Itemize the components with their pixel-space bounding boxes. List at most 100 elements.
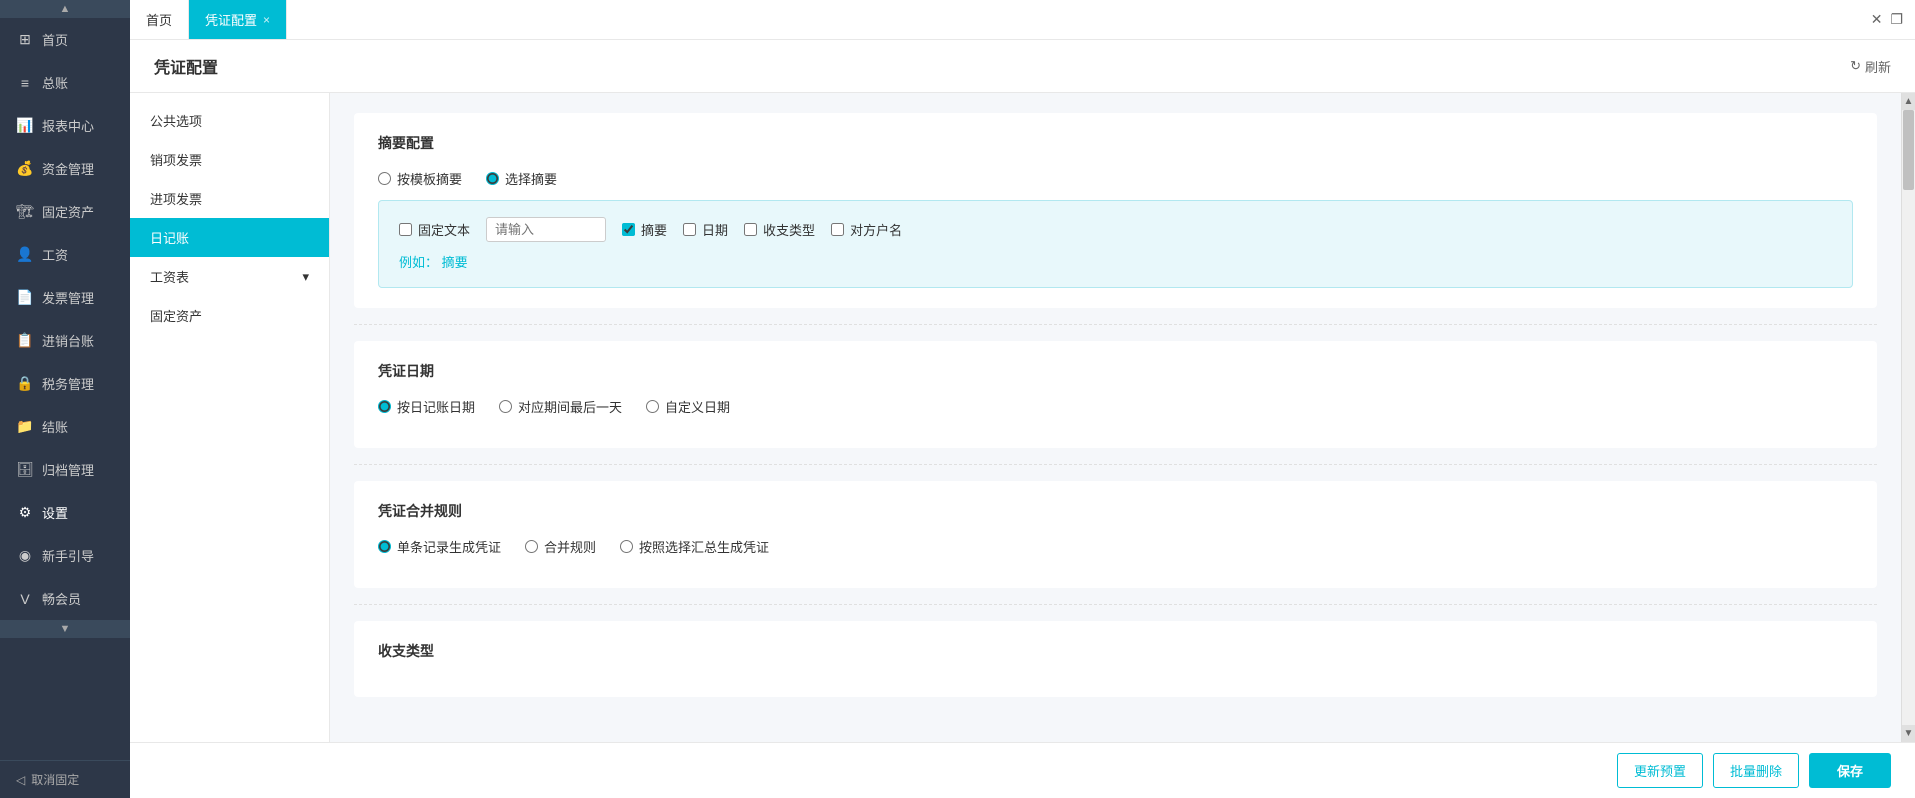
by-selection-radio[interactable] <box>620 540 633 553</box>
custom-date-radio[interactable] <box>646 400 659 413</box>
tab-active-label: 凭证配置 <box>205 10 257 29</box>
tab-home[interactable]: 首页 <box>130 0 189 39</box>
summary-text: 摘要 <box>641 220 667 239</box>
sidebar-item-salary[interactable]: 👤 工资 <box>0 233 130 276</box>
scroll-track[interactable] <box>1902 110 1915 725</box>
home-icon: ⊞ <box>16 31 34 48</box>
bottom-bar: 更新预置 批量删除 保存 <box>130 742 1915 798</box>
summary-radio-select-label[interactable]: 选择摘要 <box>486 169 557 188</box>
summary-radio-template-label[interactable]: 按模板摘要 <box>378 169 462 188</box>
sidebar-item-ledger[interactable]: ≡ 总账 <box>0 61 130 104</box>
save-button[interactable]: 保存 <box>1809 753 1891 788</box>
merge-rule-label[interactable]: 合并规则 <box>525 537 596 556</box>
left-nav-payroll-label: 工资表 <box>150 267 189 286</box>
sidebar-scroll-up[interactable]: ▲ <box>0 0 130 18</box>
sidebar-label-archive: 归档管理 <box>42 460 94 479</box>
tab-voucher-config[interactable]: 凭证配置 × <box>189 0 287 39</box>
sidebar-label-fund: 资金管理 <box>42 159 94 178</box>
by-journal-date-label[interactable]: 按日记账日期 <box>378 397 475 416</box>
summary-checkbox-label[interactable]: 摘要 <box>622 220 667 239</box>
sidebar-item-close[interactable]: 📁 结账 <box>0 405 130 448</box>
page-title: 凭证配置 <box>154 54 218 78</box>
voucher-date-radio-group: 按日记账日期 对应期间最后一天 自定义日期 <box>378 397 1853 416</box>
sidebar-label-home: 首页 <box>42 30 68 49</box>
tab-actions: ✕ ❐ <box>1871 11 1915 28</box>
sidebar-item-tax[interactable]: 🔒 税务管理 <box>0 362 130 405</box>
summary-section: 摘要配置 按模板摘要 选择摘要 <box>354 113 1877 308</box>
sidebar-scroll-down[interactable]: ▼ <box>0 620 130 638</box>
scroll-thumb[interactable] <box>1903 110 1914 190</box>
update-preset-button[interactable]: 更新预置 <box>1617 753 1703 788</box>
summary-checkbox[interactable] <box>622 223 635 236</box>
voucher-date-title: 凭证日期 <box>378 361 1853 381</box>
by-selection-label[interactable]: 按照选择汇总生成凭证 <box>620 537 769 556</box>
date-checkbox-label[interactable]: 日期 <box>683 220 728 239</box>
last-day-label[interactable]: 对应期间最后一天 <box>499 397 622 416</box>
left-nav-public[interactable]: 公共选项 <box>130 101 329 140</box>
sidebar-label-fixed-asset: 固定资产 <box>42 202 94 221</box>
divider-1 <box>354 324 1877 325</box>
save-label: 保存 <box>1837 764 1863 779</box>
sidebar-item-invoice-mgmt[interactable]: 📄 发票管理 <box>0 276 130 319</box>
tab-bar: 首页 凭证配置 × ✕ ❐ <box>130 0 1915 40</box>
window-restore-button[interactable]: ❐ <box>1890 11 1903 28</box>
sidebar-label-tax: 税务管理 <box>42 374 94 393</box>
archive-icon: 🗄 <box>16 461 34 478</box>
left-nav-public-label: 公共选项 <box>150 111 202 130</box>
payment-type-checkbox[interactable] <box>744 223 757 236</box>
left-nav-sales-invoice[interactable]: 销项发票 <box>130 140 329 179</box>
sidebar-item-vip[interactable]: V 畅会员 <box>0 577 130 620</box>
by-journal-date-text: 按日记账日期 <box>397 397 475 416</box>
sidebar-item-home[interactable]: ⊞ 首页 <box>0 18 130 61</box>
tab-home-label: 首页 <box>146 10 172 29</box>
scroll-up-button[interactable]: ▲ <box>1902 93 1915 110</box>
sidebar: ▲ ⊞ 首页 ≡ 总账 📊 报表中心 💰 资金管理 🏗 固定资产 👤 工资 📄 … <box>0 0 130 798</box>
custom-date-label[interactable]: 自定义日期 <box>646 397 730 416</box>
sidebar-item-purchase-sales[interactable]: 📋 进销台账 <box>0 319 130 362</box>
fixed-text-input[interactable] <box>486 217 606 242</box>
sidebar-item-guide[interactable]: ◉ 新手引导 <box>0 534 130 577</box>
divider-3 <box>354 604 1877 605</box>
payment-type-checkbox-label[interactable]: 收支类型 <box>744 220 815 239</box>
summary-radio-template[interactable] <box>378 172 391 185</box>
sidebar-item-report[interactable]: 📊 报表中心 <box>0 104 130 147</box>
single-record-label[interactable]: 单条记录生成凭证 <box>378 537 501 556</box>
counterparty-checkbox-label[interactable]: 对方户名 <box>831 220 902 239</box>
summary-template-text: 按模板摘要 <box>397 169 462 188</box>
left-nav-sales-label: 销项发票 <box>150 150 202 169</box>
counterparty-checkbox[interactable] <box>831 223 844 236</box>
sidebar-item-fund[interactable]: 💰 资金管理 <box>0 147 130 190</box>
single-record-radio[interactable] <box>378 540 391 553</box>
date-checkbox[interactable] <box>683 223 696 236</box>
sidebar-item-archive[interactable]: 🗄 归档管理 <box>0 448 130 491</box>
last-day-radio[interactable] <box>499 400 512 413</box>
sidebar-item-fixed-asset[interactable]: 🏗 固定资产 <box>0 190 130 233</box>
left-nav-fixed-asset[interactable]: 固定资产 <box>130 296 329 335</box>
tab-close-button[interactable]: × <box>263 13 270 27</box>
sidebar-label-purchase-sales: 进销台账 <box>42 331 94 350</box>
fixed-text-checkbox[interactable] <box>399 223 412 236</box>
window-close-button[interactable]: ✕ <box>1871 11 1883 28</box>
salary-icon: 👤 <box>16 246 34 263</box>
left-nav-payroll[interactable]: 工资表 ▾ <box>130 257 329 296</box>
left-nav-journal[interactable]: 日记账 <box>130 218 329 257</box>
batch-delete-label: 批量删除 <box>1730 764 1782 779</box>
sidebar-cancel-fixed[interactable]: ◁ 取消固定 <box>0 760 130 798</box>
batch-delete-button[interactable]: 批量删除 <box>1713 753 1799 788</box>
example-row: 例如： 摘要 <box>399 252 1832 271</box>
merge-rule-radio[interactable] <box>525 540 538 553</box>
receipt-type-section: 收支类型 <box>354 621 1877 697</box>
invoice-mgmt-icon: 📄 <box>16 289 34 306</box>
example-label: 例如： 摘要 <box>399 255 468 270</box>
refresh-button[interactable]: ↻ 刷新 <box>1850 57 1891 76</box>
scroll-down-button[interactable]: ▼ <box>1902 725 1915 742</box>
merge-rules-section: 凭证合并规则 单条记录生成凭证 合并规则 按照选择汇总生成凭证 <box>354 481 1877 588</box>
left-nav-purchase-invoice[interactable]: 进项发票 <box>130 179 329 218</box>
by-journal-date-radio[interactable] <box>378 400 391 413</box>
sidebar-item-settings[interactable]: ⚙ 设置 <box>0 491 130 534</box>
fixed-text-checkbox-label[interactable]: 固定文本 <box>399 220 470 239</box>
sidebar-label-ledger: 总账 <box>42 73 68 92</box>
right-content: 摘要配置 按模板摘要 选择摘要 <box>330 93 1901 742</box>
tax-icon: 🔒 <box>16 375 34 392</box>
summary-radio-select[interactable] <box>486 172 499 185</box>
